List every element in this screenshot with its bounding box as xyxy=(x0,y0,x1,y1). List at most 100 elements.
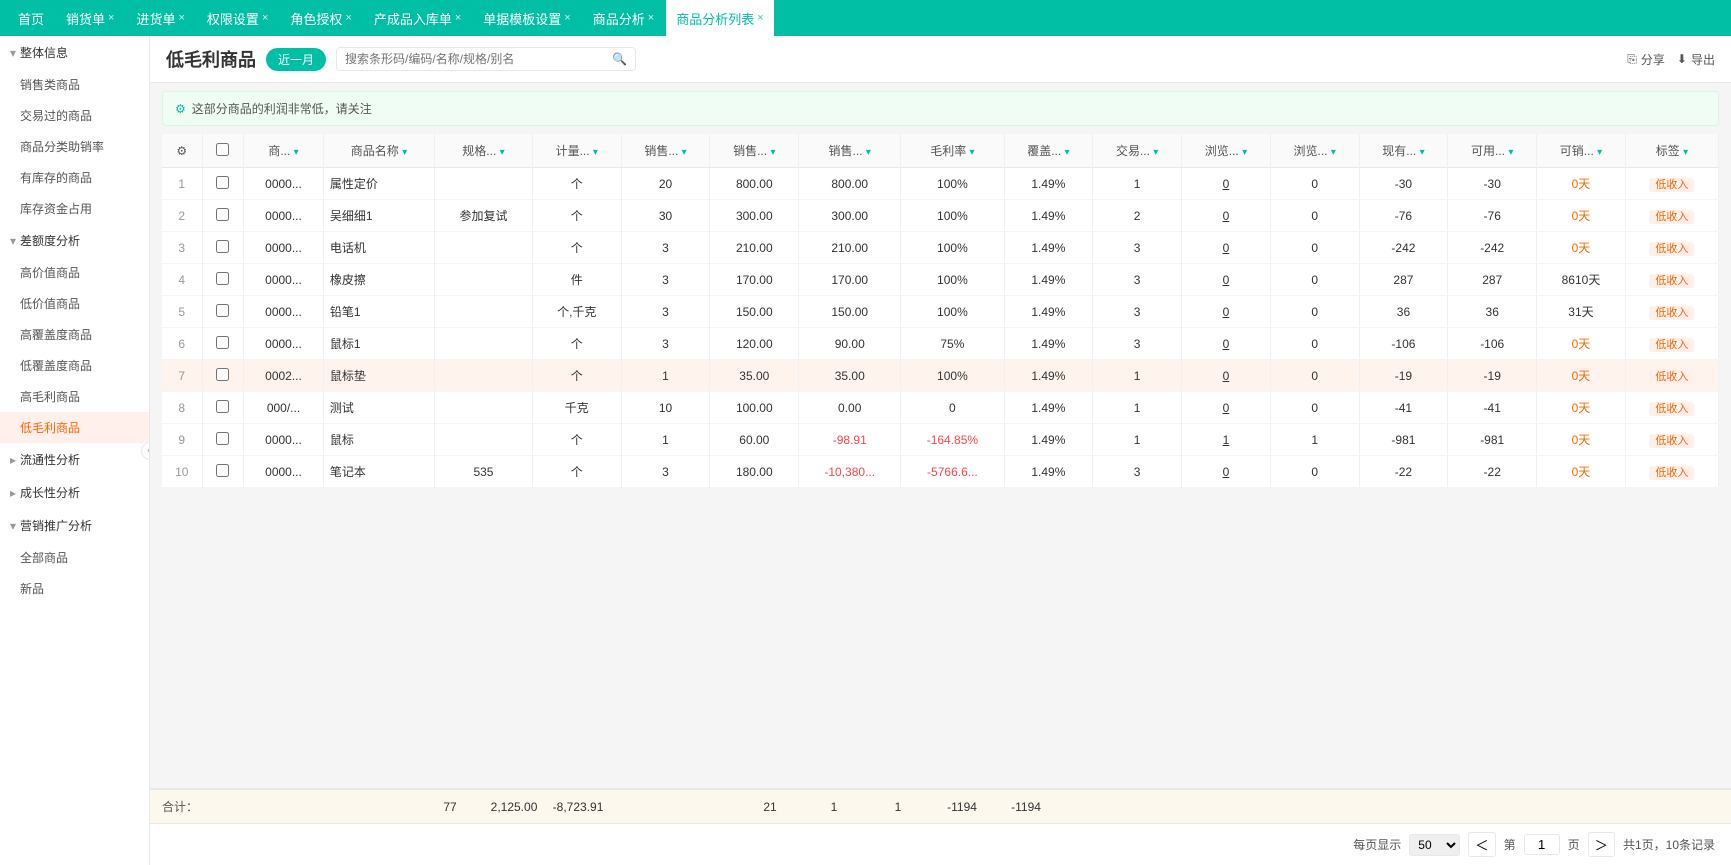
nav-permission[interactable]: 权限设置 × xyxy=(197,0,278,36)
nav-template-close[interactable]: × xyxy=(564,12,570,24)
row-checkbox[interactable] xyxy=(202,456,244,488)
sidebar-item-high-coverage[interactable]: 高覆盖度商品 xyxy=(0,319,149,350)
row-name[interactable]: 笔记本 xyxy=(323,456,434,488)
col-unit[interactable]: 计量... ▾ xyxy=(532,134,621,168)
row-num: 9 xyxy=(162,424,202,456)
row-checkbox[interactable] xyxy=(202,232,244,264)
filter-recent-month-btn[interactable]: 近一月 xyxy=(266,48,326,71)
row-view1[interactable]: 0 xyxy=(1182,360,1271,392)
col-sales-qty[interactable]: 销售... ▾ xyxy=(621,134,710,168)
col-view2[interactable]: 浏览... ▾ xyxy=(1270,134,1359,168)
nav-product-analysis-list-close[interactable]: × xyxy=(757,12,763,24)
row-name[interactable]: 鼠标1 xyxy=(323,328,434,360)
search-input[interactable] xyxy=(345,52,606,66)
sidebar-item-category-rate[interactable]: 商品分类助销率 xyxy=(0,131,149,162)
row-name[interactable]: 测试 xyxy=(323,392,434,424)
row-view1[interactable]: 0 xyxy=(1182,328,1271,360)
nav-purchase[interactable]: 进货单 × xyxy=(126,0,194,36)
row-name[interactable]: 铅笔1 xyxy=(323,296,434,328)
sidebar-item-high-value[interactable]: 高价值商品 xyxy=(0,257,149,288)
nav-product-inbound-close[interactable]: × xyxy=(455,12,461,24)
nav-sales[interactable]: 销货单 × xyxy=(56,0,124,36)
row-view1[interactable]: 0 xyxy=(1182,296,1271,328)
row-coverage: 1.49% xyxy=(1004,392,1093,424)
row-checkbox[interactable] xyxy=(202,296,244,328)
page-number-input[interactable] xyxy=(1524,834,1560,855)
sidebar-item-new-goods[interactable]: 新品 xyxy=(0,573,149,604)
nav-permission-close[interactable]: × xyxy=(262,12,268,24)
row-view1[interactable]: 0 xyxy=(1182,168,1271,200)
export-btn[interactable]: ⬇ 导出 xyxy=(1677,51,1715,68)
col-settings[interactable]: ⚙ xyxy=(162,134,202,168)
row-checkbox[interactable] xyxy=(202,200,244,232)
row-name[interactable]: 鼠标垫 xyxy=(323,360,434,392)
row-sales-amount: 150.00 xyxy=(710,296,799,328)
row-checkbox[interactable] xyxy=(202,424,244,456)
nav-role[interactable]: 角色授权 × xyxy=(280,0,361,36)
col-tag[interactable]: 标签 ▾ xyxy=(1625,134,1718,168)
col-sales-amount[interactable]: 销售... ▾ xyxy=(710,134,799,168)
nav-product-analysis-list[interactable]: 商品分析列表 × xyxy=(666,0,773,36)
row-checkbox[interactable] xyxy=(202,360,244,392)
sidebar-group-growth[interactable]: ▸ 成长性分析 xyxy=(0,476,149,509)
sidebar-item-low-margin[interactable]: 低毛利商品 xyxy=(0,412,149,443)
sidebar-item-high-margin[interactable]: 高毛利商品 xyxy=(0,381,149,412)
sidebar-group-liquidity[interactable]: ▸ 流通性分析 xyxy=(0,443,149,476)
col-view1[interactable]: 浏览... ▾ xyxy=(1182,134,1271,168)
nav-home[interactable]: 首页 xyxy=(8,0,54,36)
sidebar-item-inventory-capital[interactable]: 库存资金占用 xyxy=(0,193,149,224)
row-view1[interactable]: 1 xyxy=(1182,424,1271,456)
col-salable-days[interactable]: 可销... ▾ xyxy=(1537,134,1626,168)
row-view1[interactable]: 0 xyxy=(1182,392,1271,424)
col-usable-stock[interactable]: 可用... ▾ xyxy=(1448,134,1537,168)
col-trade-count[interactable]: 交易... ▾ xyxy=(1093,134,1182,168)
nav-sales-close[interactable]: × xyxy=(108,12,114,24)
row-name[interactable]: 橡皮擦 xyxy=(323,264,434,296)
nav-product-analysis[interactable]: 商品分析 × xyxy=(583,0,664,36)
col-name[interactable]: 商品名称 ▾ xyxy=(323,134,434,168)
col-gross-margin[interactable]: 毛利率 ▾ xyxy=(901,134,1004,168)
search-icon[interactable]: 🔍 xyxy=(612,52,627,66)
nav-purchase-close[interactable]: × xyxy=(178,12,184,24)
next-page-btn[interactable]: ＞ xyxy=(1588,832,1615,857)
share-btn[interactable]: ⎘ 分享 xyxy=(1627,51,1665,68)
row-checkbox[interactable] xyxy=(202,328,244,360)
col-code[interactable]: 商... ▾ xyxy=(244,134,324,168)
nav-template[interactable]: 单据模板设置 × xyxy=(473,0,580,36)
col-checkbox[interactable] xyxy=(202,134,244,168)
row-view1[interactable]: 0 xyxy=(1182,200,1271,232)
sidebar-item-sales-goods[interactable]: 销售类商品 xyxy=(0,69,149,100)
sidebar-item-stocked-goods[interactable]: 有库存的商品 xyxy=(0,162,149,193)
row-name[interactable]: 属性定价 xyxy=(323,168,434,200)
row-view1[interactable]: 0 xyxy=(1182,232,1271,264)
col-current-stock[interactable]: 现有... ▾ xyxy=(1359,134,1448,168)
col-sales-profit[interactable]: 销售... ▾ xyxy=(799,134,901,168)
sidebar-item-traded-goods[interactable]: 交易过的商品 xyxy=(0,100,149,131)
row-checkbox[interactable] xyxy=(202,168,244,200)
row-name[interactable]: 吴细细1 xyxy=(323,200,434,232)
select-all-checkbox[interactable] xyxy=(216,143,229,156)
sidebar-item-low-coverage[interactable]: 低覆盖度商品 xyxy=(0,350,149,381)
row-sales-profit: 210.00 xyxy=(799,232,901,264)
row-view1[interactable]: 0 xyxy=(1182,456,1271,488)
nav-product-analysis-close[interactable]: × xyxy=(648,12,654,24)
page-suffix: 页 xyxy=(1568,836,1580,853)
col-spec[interactable]: 规格... ▾ xyxy=(435,134,533,168)
nav-product-inbound[interactable]: 产成品入库单 × xyxy=(364,0,471,36)
nav-role-close[interactable]: × xyxy=(345,12,351,24)
sidebar-group-overall[interactable]: ▾ 整体信息 xyxy=(0,36,149,69)
row-checkbox[interactable] xyxy=(202,264,244,296)
export-icon: ⬇ xyxy=(1677,52,1687,66)
prev-page-btn[interactable]: ＜ xyxy=(1468,832,1495,857)
row-checkbox[interactable] xyxy=(202,392,244,424)
sidebar-group-marketing[interactable]: ▾ 营销推广分析 xyxy=(0,509,149,542)
row-view1[interactable]: 0 xyxy=(1182,264,1271,296)
row-name[interactable]: 鼠标 xyxy=(323,424,434,456)
row-sales-qty: 10 xyxy=(621,392,710,424)
sidebar-item-low-value[interactable]: 低价值商品 xyxy=(0,288,149,319)
row-name[interactable]: 电话机 xyxy=(323,232,434,264)
sidebar-item-all-goods[interactable]: 全部商品 xyxy=(0,542,149,573)
sidebar-group-margin[interactable]: ▾ 差额度分析 xyxy=(0,224,149,257)
col-coverage[interactable]: 覆盖... ▾ xyxy=(1004,134,1093,168)
per-page-select[interactable]: 50 100 200 xyxy=(1409,834,1460,856)
